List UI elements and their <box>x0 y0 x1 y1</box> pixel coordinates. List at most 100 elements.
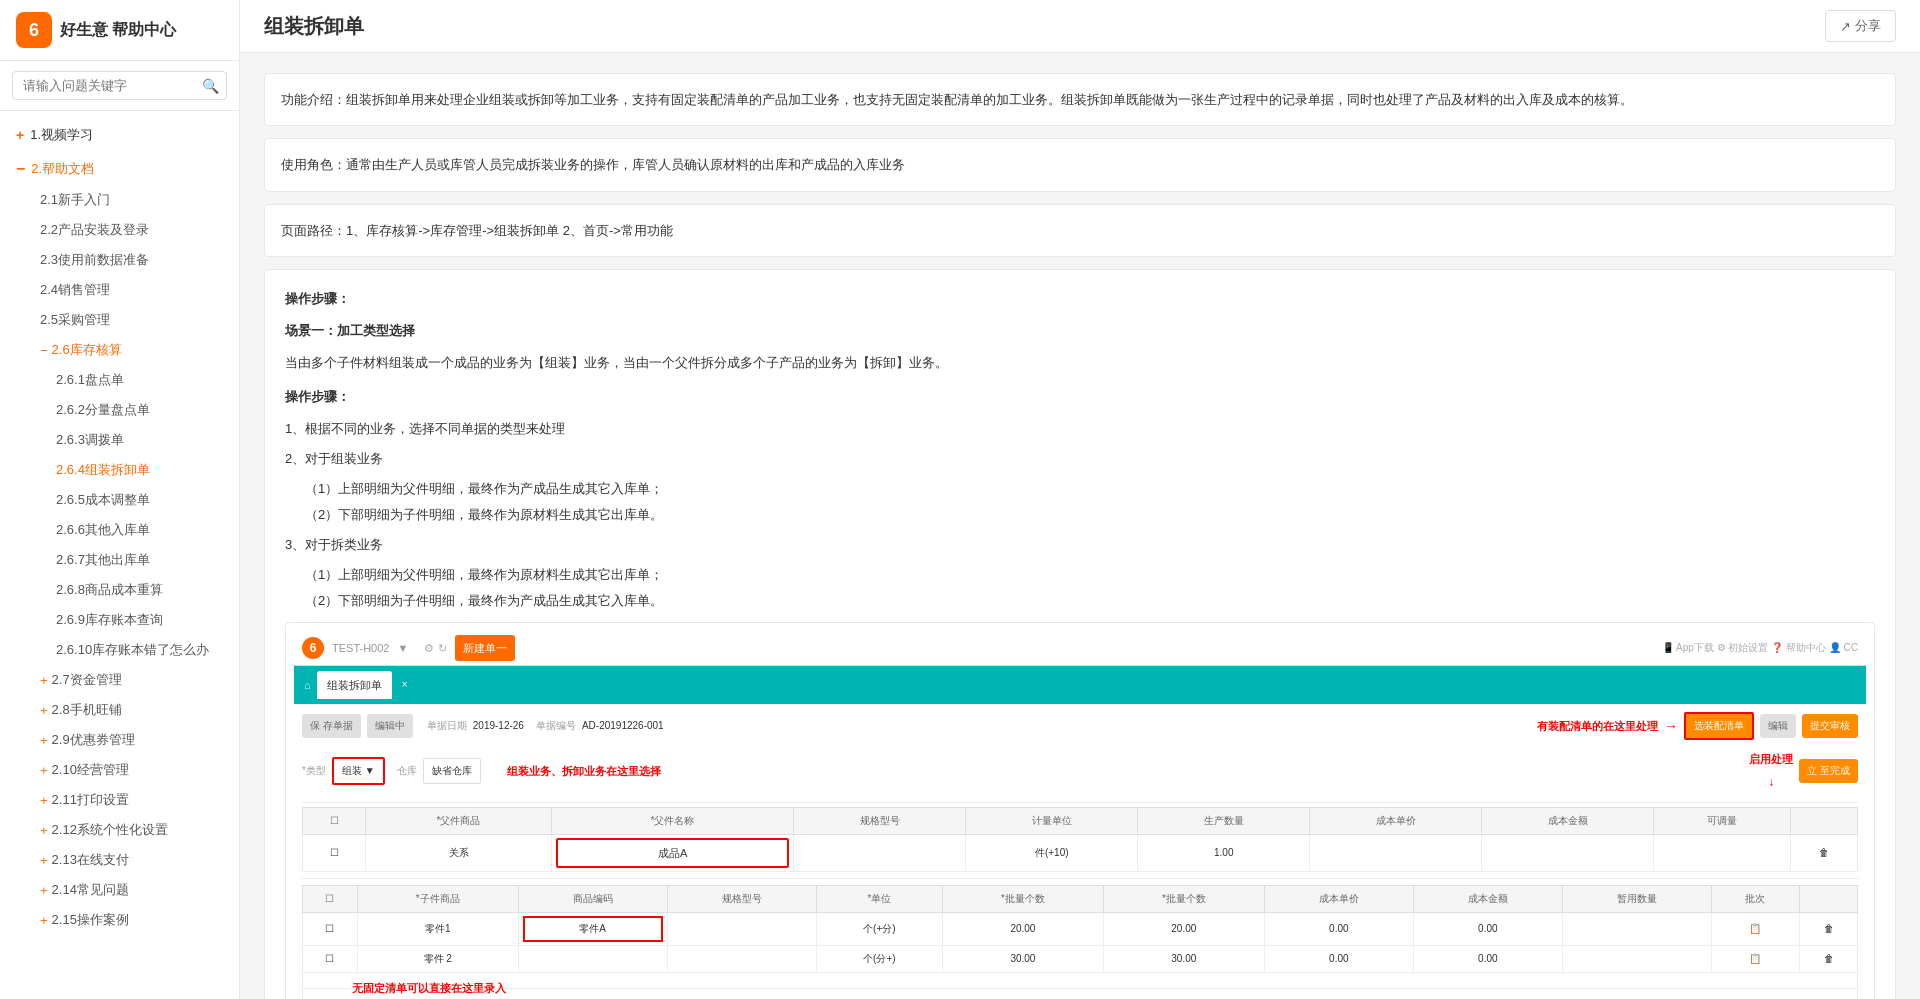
sidebar-item-2-2[interactable]: 2.2产品安装及登录 <box>28 215 239 245</box>
expand-icon-2-11: + <box>40 793 48 808</box>
mock-c1-code: 零件A <box>518 913 667 946</box>
mock-c2-del: 🗑 <box>1800 946 1858 973</box>
sidebar-item-2-6-3[interactable]: 2.6.3调拨单 <box>44 425 239 455</box>
mock-th-cost: 成本单价 <box>1310 808 1482 835</box>
search-input[interactable] <box>12 71 227 100</box>
intro-block-3: 页面路径：1、库存核算->库存管理->组装拆卸单 2、首页->常用功能 <box>264 204 1896 257</box>
mock-c2-batch2: 📋 <box>1711 946 1799 973</box>
intro-text-3: 页面路径：1、库存核算->库存管理->组装拆卸单 2、首页->常用功能 <box>281 223 673 238</box>
mock-th2-more <box>1800 886 1858 913</box>
mock-th2-need: *批量个数 <box>1103 886 1264 913</box>
nav-sub-sub-list-2-6: 2.6.1盘点单 2.6.2分量盘点单 2.6.3调拨单 2.6.4组装拆卸单 … <box>28 365 239 665</box>
top-bar: 组装拆卸单 ↗ 分享 <box>240 0 1920 53</box>
sidebar-item-2-10[interactable]: + 2.10经营管理 <box>28 755 239 785</box>
sidebar-item-2-14[interactable]: + 2.14常见问题 <box>28 875 239 905</box>
mock-empty-row3 <box>303 973 1858 989</box>
sidebar-item-2-6-9[interactable]: 2.6.9库存账本查询 <box>44 605 239 635</box>
mock-c1-del: 🗑 <box>1800 913 1858 946</box>
operation-block: 操作步骤： 场景一：加工类型选择 当由多个子件材料组装成一个成品的业务为【组装】… <box>264 269 1896 999</box>
mock-th2-goods: *子件商品 <box>357 886 518 913</box>
step2-sub2: （2）下部明细为子件明细，最终作为原材料生成其它出库单。 <box>305 502 1875 528</box>
expand-icon-2-6: − <box>40 343 48 358</box>
intro-text-1: 功能介绍：组装拆卸单用来处理企业组装或拆卸等加工业务，支持有固定装配清单的产品加… <box>281 92 1633 107</box>
mock-c1-total: 0.00 <box>1413 913 1562 946</box>
main-content: 组装拆卸单 ↗ 分享 功能介绍：组装拆卸单用来处理企业组装或拆卸等加工业务，支持… <box>240 0 1920 999</box>
mock-th2-avail: 暂用数量 <box>1562 886 1711 913</box>
sidebar-item-2-13[interactable]: + 2.13在线支付 <box>28 845 239 875</box>
sidebar-item-1-label: 1.视频学习 <box>30 126 93 144</box>
logo-text: 好生意 帮助中心 <box>60 20 176 41</box>
steps-title: 操作步骤： <box>285 384 1875 410</box>
mock-refresh-icon: ↻ <box>438 637 447 659</box>
mock-tab-close: × <box>402 675 408 695</box>
mock-label-num: 单据编号 <box>536 716 576 736</box>
mock-warehouse-label: 仓库 <box>397 761 417 781</box>
expand-icon-2-7: + <box>40 673 48 688</box>
mock-warehouse-input: 缺省仓库 <box>423 758 481 784</box>
scene1-desc: 当由多个子件材料组装成一个成品的业务为【组装】业务，当由一个父件拆分成多个子产品… <box>285 350 1875 376</box>
sidebar-item-2-5[interactable]: 2.5采购管理 <box>28 305 239 335</box>
sidebar-item-2-8[interactable]: + 2.8手机旺铺 <box>28 695 239 725</box>
mock-table-child: ☐ *子件商品 商品编码 规格型号 *单位 *批量个数 *批量个数 成本单价 成 <box>302 885 1858 999</box>
sidebar-item-2-6-5[interactable]: 2.6.5成本调整单 <box>44 485 239 515</box>
mock-c2-avail <box>1562 946 1711 973</box>
nav-sub-list-2: 2.1新手入门 2.2产品安装及登录 2.3使用前数据准备 2.4销售管理 2.… <box>0 185 239 935</box>
page-title: 组装拆卸单 <box>264 13 364 40</box>
mock-date-value: 2019-12-26 <box>473 716 524 736</box>
mock-btn-submit: 提交审核 <box>1802 714 1858 738</box>
annotation-enable-text: 启用处理 <box>1749 748 1793 770</box>
sidebar-item-2-3[interactable]: 2.3使用前数据准备 <box>28 245 239 275</box>
mock-app-id: TEST-H002 <box>332 637 389 659</box>
sidebar-item-2-6-8[interactable]: 2.6.8商品成本重算 <box>44 575 239 605</box>
mock-c1-goods: 零件1 <box>357 913 518 946</box>
sidebar-item-2-7[interactable]: + 2.7资金管理 <box>28 665 239 695</box>
mock-th-name: *父件名称 <box>551 808 793 835</box>
mock-btn-save: 保 存单据 <box>302 714 361 738</box>
sidebar-item-2-6[interactable]: − 2.6库存核算 <box>28 335 239 365</box>
mock-type-label: *类型 <box>302 761 326 781</box>
mock-th-spec: 规格型号 <box>794 808 966 835</box>
annotation-enable-arrow: ↓ <box>1768 770 1774 794</box>
sidebar-item-1[interactable]: + 1.视频学习 <box>0 119 239 151</box>
sidebar-item-2-1[interactable]: 2.1新手入门 <box>28 185 239 215</box>
search-icon[interactable]: 🔍 <box>202 78 219 94</box>
share-icon: ↗ <box>1840 19 1851 34</box>
mock-c1-avail <box>1562 913 1711 946</box>
annotation-enable: 启用处理 ↓ <box>1749 748 1793 794</box>
expand-icon-2-15: + <box>40 913 48 928</box>
sidebar-item-2-6-2[interactable]: 2.6.2分量盘点单 <box>44 395 239 425</box>
sidebar-item-2-4[interactable]: 2.4销售管理 <box>28 275 239 305</box>
mock-type-row: *类型 组装 ▼ 仓库 缺省仓库 组装业务、拆卸业务在这里选择 启用处理 ↓ <box>302 748 1858 794</box>
mock-btn-edit: 编辑中 <box>367 714 413 738</box>
sidebar-item-2-6-10[interactable]: 2.6.10库存账本错了怎么办 <box>44 635 239 665</box>
step3-sub2: （2）下部明细为子件明细，最终作为产成品生成其它入库单。 <box>305 588 1875 614</box>
sidebar-item-2-9[interactable]: + 2.9优惠券管理 <box>28 725 239 755</box>
mock-th2-code: 商品编码 <box>518 886 667 913</box>
sidebar-item-2-15[interactable]: + 2.15操作案例 <box>28 905 239 935</box>
mock-th2-act: 批次 <box>1711 886 1799 913</box>
sidebar-item-2-6-1[interactable]: 2.6.1盘点单 <box>44 365 239 395</box>
step3: 3、对于拆类业务 <box>285 532 1875 558</box>
sidebar-item-2-6-7[interactable]: 2.6.7其他出库单 <box>44 545 239 575</box>
collapse-icon-2: − <box>16 160 25 178</box>
mock-child-row-1: ☐ 零件1 零件A 个(+分) 20.00 20.00 0.00 0.00 <box>303 913 1858 946</box>
mock-label-date: 单据日期 <box>427 716 467 736</box>
annotation-assembly: 组装业务、拆卸业务在这里选择 <box>507 760 661 782</box>
search-box: 🔍 <box>0 61 239 111</box>
mock-th2-unit: *单位 <box>816 886 942 913</box>
share-button[interactable]: ↗ 分享 <box>1825 10 1896 42</box>
sidebar: 6 好生意 帮助中心 🔍 + 1.视频学习 − 2.帮助文档 2.1新手入门 2… <box>0 0 240 999</box>
mock-dropdown: ▼ <box>397 637 408 659</box>
mock-th-qty: 生产数量 <box>1138 808 1310 835</box>
mock-td-check: ☐ <box>303 835 366 872</box>
mock-td-spec <box>794 835 966 872</box>
mock-child-row-4 <box>303 989 1858 999</box>
sidebar-item-2[interactable]: − 2.帮助文档 <box>0 153 239 185</box>
mock-divider1 <box>302 802 1858 803</box>
mock-th2-check: ☐ <box>303 886 358 913</box>
mock-c2-cost: 0.00 <box>1264 946 1413 973</box>
sidebar-item-2-6-4[interactable]: 2.6.4组装拆卸单 <box>44 455 239 485</box>
sidebar-item-2-11[interactable]: + 2.11打印设置 <box>28 785 239 815</box>
sidebar-item-2-6-6[interactable]: 2.6.6其他入库单 <box>44 515 239 545</box>
sidebar-item-2-12[interactable]: + 2.12系统个性化设置 <box>28 815 239 845</box>
